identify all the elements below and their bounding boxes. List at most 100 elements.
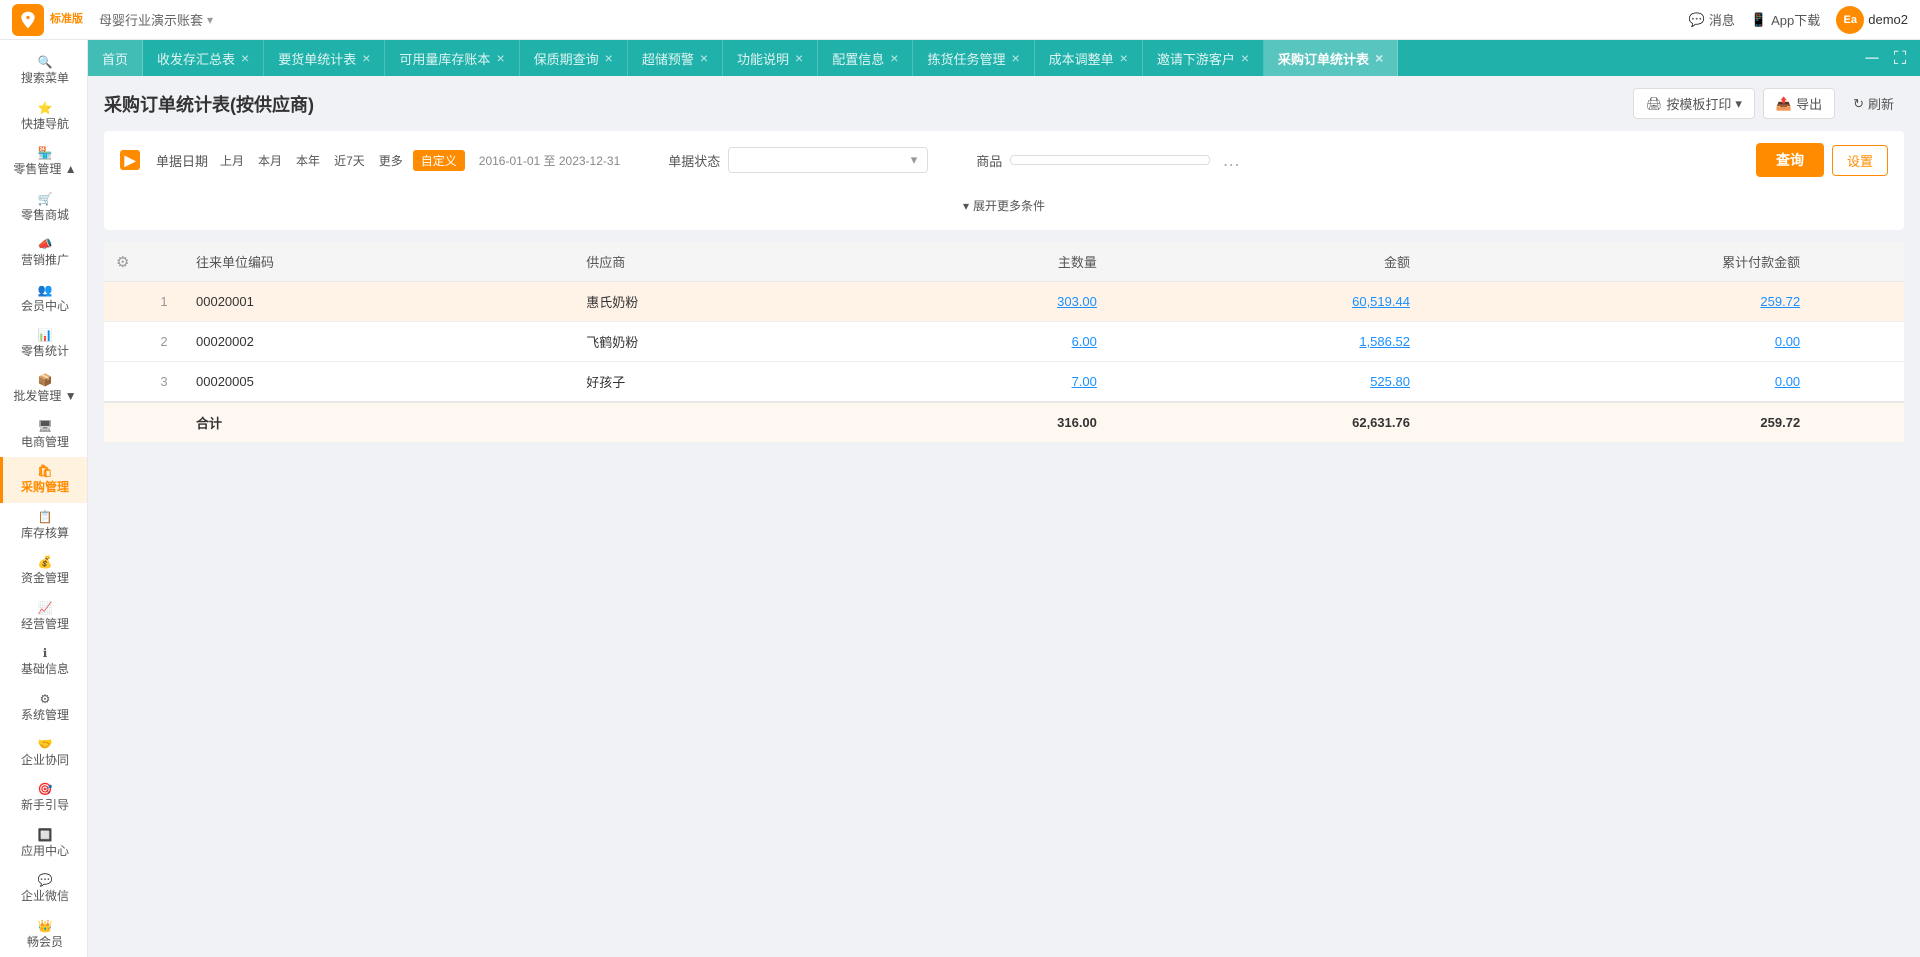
status-select[interactable]: ▾ [728, 147, 928, 173]
col-settings: ⚙ [104, 242, 144, 282]
sidebar-item-quick-nav[interactable]: ⭐ 快捷导航 [0, 93, 87, 138]
sidebar-item-vip[interactable]: 👑 畅会员 [0, 912, 87, 957]
tab-maximize-button[interactable]: ⛶ [1888, 46, 1912, 70]
expand-conditions-button[interactable]: ▾ 展开更多条件 [947, 193, 1061, 218]
sidebar-item-member[interactable]: 👥 会员中心 [0, 275, 87, 320]
quantity-link[interactable]: 6.00 [1072, 334, 1097, 349]
action-buttons: 查询 设置 [1756, 143, 1888, 177]
tab-close-icon[interactable]: × [1241, 51, 1249, 65]
data-table: ⚙ 往来单位编码 供应商 主数量 金额 累计付款金额 1 [104, 242, 1904, 443]
tab-cost-adjust[interactable]: 成本调整单 × [1035, 40, 1143, 76]
sidebar-item-label: 会员中心 [21, 297, 69, 314]
tab-minimize-button[interactable]: － [1860, 46, 1884, 70]
col-extra [1812, 242, 1904, 282]
shop-icon: 🏪 [38, 146, 53, 160]
sidebar-item-retail-stats[interactable]: 📊 零售统计 [0, 321, 87, 366]
amount-link[interactable]: 60,519.44 [1352, 294, 1410, 309]
quantity-link[interactable]: 303.00 [1057, 294, 1097, 309]
mall-icon: 🛒 [38, 192, 53, 206]
table-row[interactable]: 2 00020002 飞鹤奶粉 6.00 1,586.52 0.00 [104, 322, 1904, 362]
date-btn-7days[interactable]: 近7天 [330, 151, 369, 170]
table-row[interactable]: 3 00020005 好孩子 7.00 525.80 0.00 [104, 362, 1904, 403]
date-label: 单据日期 [156, 151, 208, 170]
tab-receive-summary[interactable]: 收发存汇总表 × [143, 40, 264, 76]
tab-close-icon[interactable]: × [890, 51, 898, 65]
sidebar-item-app-center[interactable]: 🔲 应用中心 [0, 821, 87, 866]
column-settings-icon[interactable]: ⚙ [116, 254, 129, 271]
tab-shelf-life[interactable]: 保质期查询 × [520, 40, 628, 76]
user-area[interactable]: Ea demo2 [1836, 6, 1908, 34]
filter-goods-item: 商品 … [976, 150, 1240, 171]
sidebar-item-retail-mgmt[interactable]: 🏪 零售管理 ▲ [0, 139, 87, 184]
date-custom-button[interactable]: 自定义 [413, 150, 465, 171]
row-num-cell: 1 [144, 282, 184, 322]
amount-link[interactable]: 1,586.52 [1359, 334, 1410, 349]
sidebar-item-search[interactable]: 🔍 搜索菜单 [0, 48, 87, 93]
tab-function-desc[interactable]: 功能说明 × [723, 40, 818, 76]
operations-icon: 📈 [38, 601, 53, 615]
home-tab-label: 首页 [102, 49, 128, 68]
tab-close-icon[interactable]: × [362, 51, 370, 65]
sidebar-item-enterprise[interactable]: 🤝 企业协同 [0, 730, 87, 775]
goods-ellipsis-button[interactable]: … [1222, 150, 1240, 171]
goods-input[interactable] [1010, 155, 1210, 165]
sidebar-item-label: 零售商城 [21, 206, 69, 223]
sidebar-item-label: 新手引导 [21, 796, 69, 813]
sidebar-item-label: 经营管理 [21, 615, 69, 632]
tab-label: 拣货任务管理 [927, 49, 1005, 68]
sidebar-item-finance[interactable]: 💰 资金管理 [0, 548, 87, 593]
row-supplier-code-cell: 00020001 [184, 282, 574, 322]
table-row[interactable]: 1 00020001 惠氏奶粉 303.00 60,519.44 259.72 [104, 282, 1904, 322]
sidebar-item-marketing[interactable]: 📣 营销推广 [0, 230, 87, 275]
app-download-button[interactable]: 📱 App下载 [1751, 10, 1820, 29]
tab-close-icon[interactable]: × [1120, 51, 1128, 65]
sidebar-item-system-mgmt[interactable]: ⚙ 系统管理 [0, 684, 87, 729]
sidebar-item-wechat[interactable]: 💬 企业微信 [0, 866, 87, 911]
date-btn-this-year[interactable]: 本年 [292, 151, 324, 170]
tab-purchase-summary[interactable]: 采购订单统计表 × [1264, 40, 1398, 76]
tab-overstock-warning[interactable]: 超储预警 × [628, 40, 723, 76]
print-button[interactable]: 🖨 按模板打印 ▾ [1633, 88, 1755, 119]
sidebar-item-wholesale-mgmt[interactable]: 📦 批发管理 ▼ [0, 366, 87, 411]
tab-close-active-icon[interactable]: × [1375, 51, 1383, 65]
tab-close-icon[interactable]: × [496, 51, 504, 65]
sidebar-item-ecommerce[interactable]: 🖥 电商管理 [0, 412, 87, 457]
filter-toggle-button[interactable]: ▶ [120, 150, 140, 170]
tab-order-summary[interactable]: 要货单统计表 × [264, 40, 385, 76]
query-button[interactable]: 查询 [1756, 143, 1824, 177]
messages-button[interactable]: 💬 消息 [1689, 10, 1735, 29]
tab-inventory-book[interactable]: 可用量库存账本 × [385, 40, 519, 76]
tab-close-icon[interactable]: × [241, 51, 249, 65]
paid-link[interactable]: 259.72 [1760, 294, 1800, 309]
expand-label: 展开更多条件 [973, 197, 1045, 214]
tab-close-icon[interactable]: × [605, 51, 613, 65]
date-btn-more[interactable]: 更多 [375, 151, 407, 170]
sidebar-item-basic-info[interactable]: ℹ 基础信息 [0, 639, 87, 684]
settings-button[interactable]: 设置 [1832, 145, 1888, 176]
tab-close-icon[interactable]: × [1011, 51, 1019, 65]
quantity-link[interactable]: 7.00 [1072, 374, 1097, 389]
enterprise-icon: 🤝 [38, 737, 53, 751]
tab-invite-downstream[interactable]: 邀请下游客户 × [1143, 40, 1264, 76]
sidebar-item-operations[interactable]: 📈 经营管理 [0, 593, 87, 638]
sidebar-item-inventory[interactable]: 📋 库存核算 [0, 503, 87, 548]
tab-close-icon[interactable]: × [700, 51, 708, 65]
export-button[interactable]: 📤 导出 [1763, 88, 1835, 119]
tab-close-icon[interactable]: × [795, 51, 803, 65]
refresh-button[interactable]: ↻ 刷新 [1843, 89, 1904, 118]
sidebar-item-label: 资金管理 [21, 569, 69, 586]
paid-link[interactable]: 0.00 [1775, 334, 1800, 349]
row-supplier-name-cell: 飞鹤奶粉 [574, 322, 865, 362]
footer-supplier [574, 402, 865, 443]
vip-icon: 👑 [38, 919, 53, 933]
date-btn-last-month[interactable]: 上月 [216, 151, 248, 170]
amount-link[interactable]: 525.80 [1370, 374, 1410, 389]
date-btn-this-month[interactable]: 本月 [254, 151, 286, 170]
tab-home[interactable]: 首页 [88, 40, 143, 76]
tab-config-info[interactable]: 配置信息 × [818, 40, 913, 76]
sidebar-item-purchase-mgmt[interactable]: 🛍 采购管理 [0, 457, 87, 502]
tab-pick-task[interactable]: 拣货任务管理 × [913, 40, 1034, 76]
sidebar-item-new-guide[interactable]: 🎯 新手引导 [0, 775, 87, 820]
paid-link[interactable]: 0.00 [1775, 374, 1800, 389]
sidebar-item-retail-mall[interactable]: 🛒 零售商城 [0, 184, 87, 229]
